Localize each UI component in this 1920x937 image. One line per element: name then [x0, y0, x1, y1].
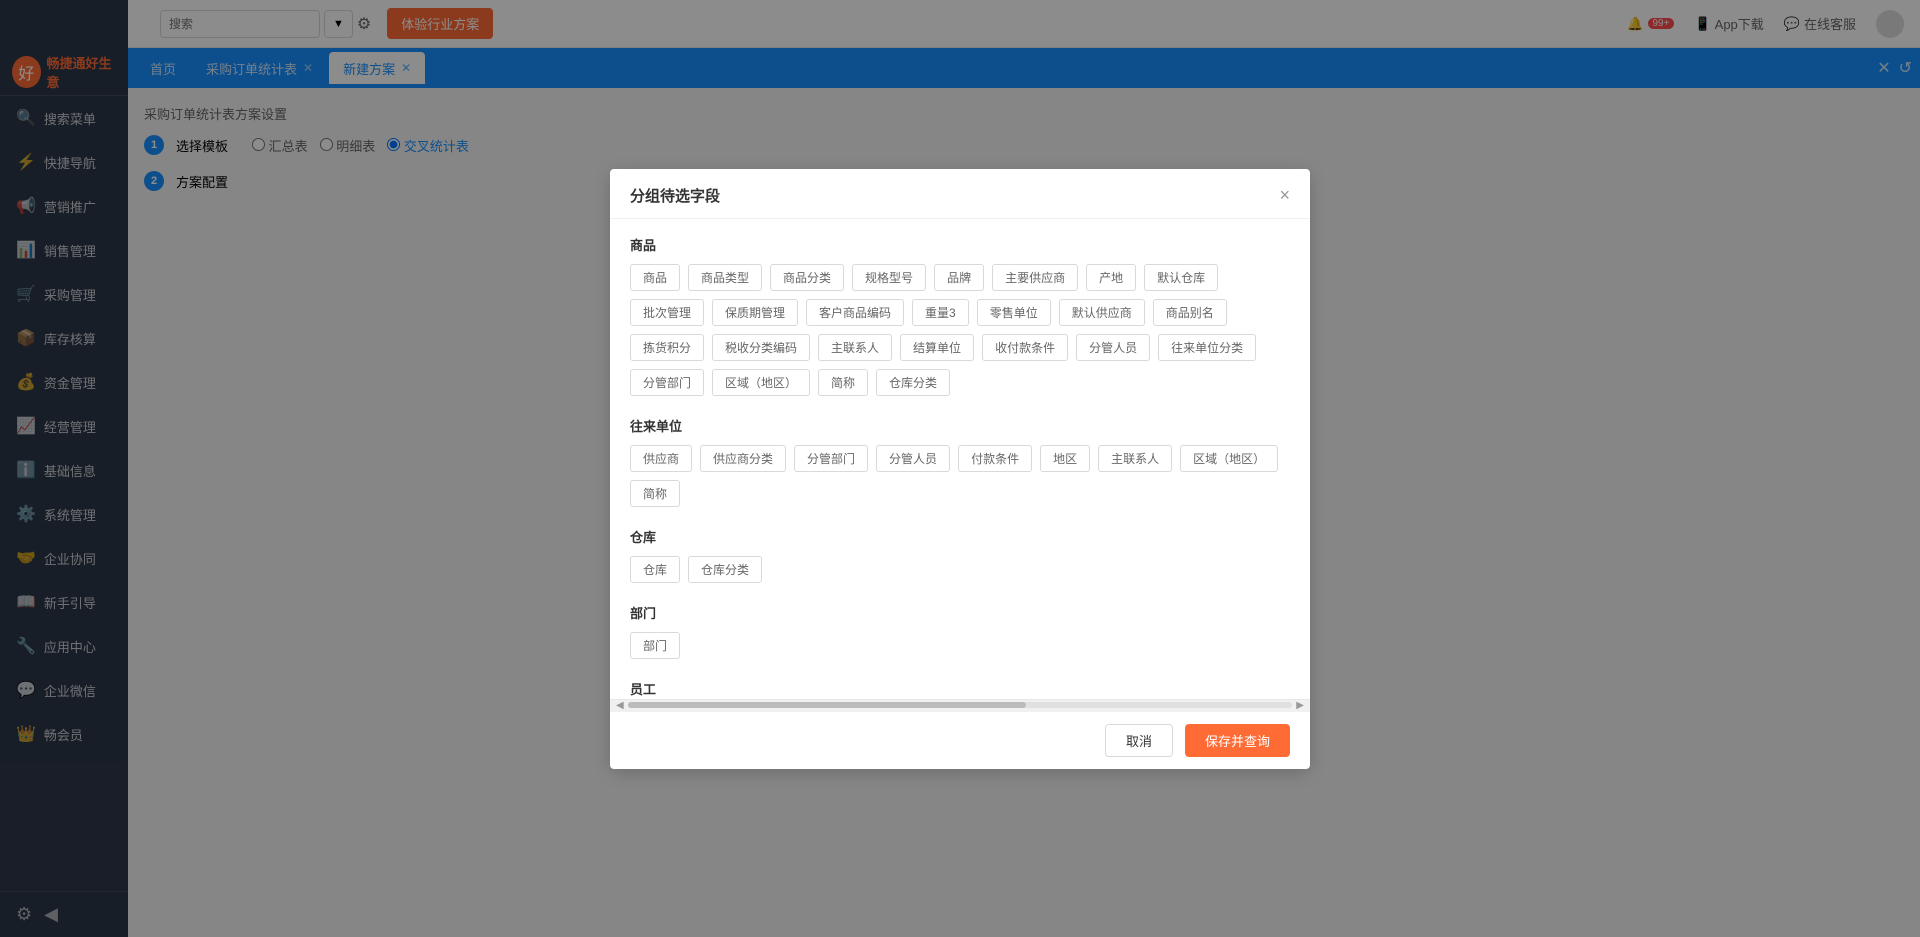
field-tag-product-18[interactable]: 结算单位 — [900, 334, 974, 361]
cancel-button[interactable]: 取消 — [1105, 724, 1173, 757]
field-tag-partner-2[interactable]: 分管部门 — [794, 445, 868, 472]
field-tag-product-2[interactable]: 商品分类 — [770, 264, 844, 291]
field-tag-partner-1[interactable]: 供应商分类 — [700, 445, 786, 472]
field-tag-partner-5[interactable]: 地区 — [1040, 445, 1090, 472]
field-tag-product-16[interactable]: 税收分类编码 — [712, 334, 810, 361]
field-tag-product-21[interactable]: 往来单位分类 — [1158, 334, 1256, 361]
field-tag-product-10[interactable]: 客户商品编码 — [806, 299, 904, 326]
field-tag-department-0[interactable]: 部门 — [630, 632, 680, 659]
field-tag-partner-3[interactable]: 分管人员 — [876, 445, 950, 472]
field-grid-partner: 供应商供应商分类分管部门分管人员付款条件地区主联系人区域（地区） 简称 — [630, 445, 1290, 507]
section-title-warehouse: 仓库 — [630, 527, 1290, 546]
field-tag-product-15[interactable]: 拣货积分 — [630, 334, 704, 361]
field-tag-product-5[interactable]: 主要供应商 — [992, 264, 1078, 291]
field-tag-product-23[interactable]: 区域（地区） — [712, 369, 810, 396]
section-title-product: 商品 — [630, 235, 1290, 254]
field-tag-warehouse-0[interactable]: 仓库 — [630, 556, 680, 583]
field-tag-product-12[interactable]: 零售单位 — [977, 299, 1051, 326]
field-grid-product: 商品商品类型商品分类规格型号品牌主要供应商产地默认仓库批次管理保质期管理客户商品… — [630, 264, 1290, 396]
modal-close-icon[interactable]: × — [1279, 185, 1290, 206]
field-tag-product-20[interactable]: 分管人员 — [1076, 334, 1150, 361]
field-tag-product-6[interactable]: 产地 — [1086, 264, 1136, 291]
modal-overlay: 分组待选字段 × 商品商品商品类型商品分类规格型号品牌主要供应商产地默认仓库批次… — [0, 0, 1920, 937]
scroll-thumb — [628, 702, 1027, 708]
section-warehouse: 仓库仓库仓库分类 — [630, 527, 1290, 583]
field-tag-product-24[interactable]: 简称 — [818, 369, 868, 396]
field-tag-product-9[interactable]: 保质期管理 — [712, 299, 798, 326]
modal-body: 商品商品商品类型商品分类规格型号品牌主要供应商产地默认仓库批次管理保质期管理客户… — [610, 219, 1310, 699]
field-tag-product-25[interactable]: 仓库分类 — [876, 369, 950, 396]
field-tag-product-17[interactable]: 主联系人 — [818, 334, 892, 361]
scroll-right-arrow[interactable]: ▶ — [1292, 700, 1308, 711]
modal: 分组待选字段 × 商品商品商品类型商品分类规格型号品牌主要供应商产地默认仓库批次… — [610, 169, 1310, 769]
section-partner: 往来单位供应商供应商分类分管部门分管人员付款条件地区主联系人区域（地区） 简称 — [630, 416, 1290, 507]
modal-title: 分组待选字段 — [630, 185, 720, 206]
field-tag-partner-8[interactable]: 简称 — [630, 480, 680, 507]
confirm-button[interactable]: 保存并查询 — [1185, 724, 1290, 757]
field-tag-product-13[interactable]: 默认供应商 — [1059, 299, 1145, 326]
section-title-department: 部门 — [630, 603, 1290, 622]
section-department: 部门部门 — [630, 603, 1290, 659]
field-tag-product-7[interactable]: 默认仓库 — [1144, 264, 1218, 291]
section-title-employee: 员工 — [630, 679, 1290, 698]
field-tag-product-19[interactable]: 收付款条件 — [982, 334, 1068, 361]
field-tag-partner-6[interactable]: 主联系人 — [1098, 445, 1172, 472]
modal-footer: 取消 保存并查询 — [610, 711, 1310, 769]
field-tag-product-8[interactable]: 批次管理 — [630, 299, 704, 326]
section-employee: 员工业务员 — [630, 679, 1290, 699]
field-grid-department: 部门 — [630, 632, 1290, 659]
field-tag-warehouse-1[interactable]: 仓库分类 — [688, 556, 762, 583]
horizontal-scrollbar[interactable]: ◀ ▶ — [610, 699, 1310, 711]
scroll-left-arrow[interactable]: ◀ — [612, 700, 628, 711]
field-tag-product-14[interactable]: 商品别名 — [1153, 299, 1227, 326]
field-tag-product-11[interactable]: 重量3 — [912, 299, 969, 326]
section-product: 商品商品商品类型商品分类规格型号品牌主要供应商产地默认仓库批次管理保质期管理客户… — [630, 235, 1290, 396]
field-tag-product-4[interactable]: 品牌 — [934, 264, 984, 291]
field-tag-product-1[interactable]: 商品类型 — [688, 264, 762, 291]
field-tag-partner-7[interactable]: 区域（地区） — [1180, 445, 1278, 472]
field-tag-product-22[interactable]: 分管部门 — [630, 369, 704, 396]
modal-header: 分组待选字段 × — [610, 169, 1310, 219]
field-grid-warehouse: 仓库仓库分类 — [630, 556, 1290, 583]
scroll-track — [628, 702, 1293, 708]
section-title-partner: 往来单位 — [630, 416, 1290, 435]
field-tag-partner-0[interactable]: 供应商 — [630, 445, 692, 472]
field-tag-product-0[interactable]: 商品 — [630, 264, 680, 291]
field-tag-partner-4[interactable]: 付款条件 — [958, 445, 1032, 472]
field-tag-product-3[interactable]: 规格型号 — [852, 264, 926, 291]
